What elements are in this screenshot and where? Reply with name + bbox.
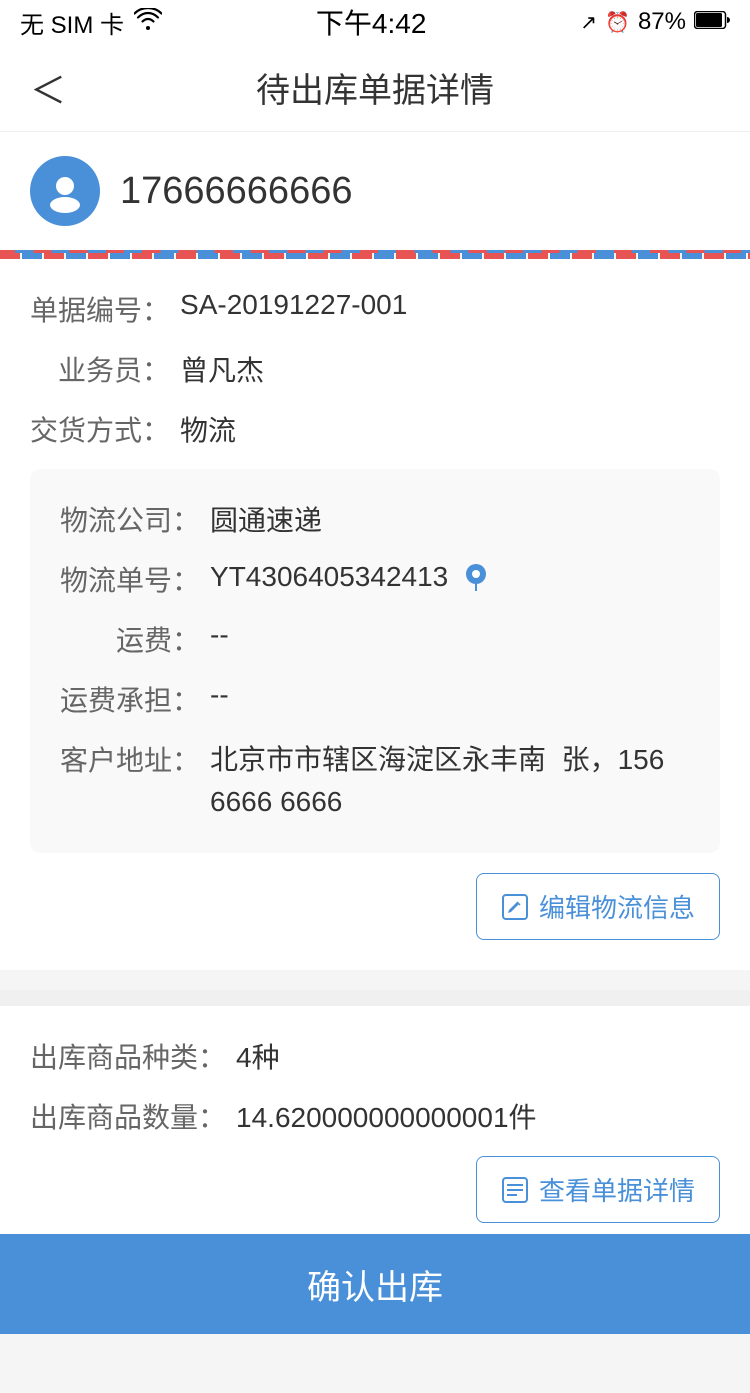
status-left: 无 SIM 卡	[20, 5, 162, 40]
view-detail-label: 查看单据详情	[539, 1171, 695, 1208]
status-bar: 无 SIM 卡 下午4:42 ↗ ⏰ 87%	[0, 0, 750, 44]
freight-bearer-value: --	[210, 679, 690, 711]
sim-text: 无 SIM 卡	[20, 5, 124, 40]
user-avatar	[30, 156, 100, 226]
logistics-company-row: 物流公司： 圆通速递	[60, 499, 690, 539]
outbound-types-row: 出库商品种类： 4种	[30, 1036, 720, 1076]
page-title: 待出库单据详情	[256, 63, 494, 112]
address-row: 客户地址： 北京市市辖区海淀区永丰南 张，156 6666 6666	[60, 739, 690, 823]
logistics-tracking-value: YT4306405342413	[210, 559, 690, 595]
logistics-company-value: 圆通速递	[210, 499, 690, 539]
freight-label: 运费：	[60, 619, 200, 659]
document-icon	[501, 1176, 529, 1204]
confirm-bar[interactable]: 确认出库	[0, 1234, 750, 1334]
location-status-icon: ↗	[580, 10, 597, 35]
edit-icon	[501, 893, 529, 921]
freight-bearer-row: 运费承担： --	[60, 679, 690, 719]
battery-icon	[694, 8, 730, 36]
view-detail-container: 查看单据详情	[30, 1156, 720, 1223]
doc-no-row: 单据编号： SA-20191227-001	[30, 289, 720, 329]
delivery-value: 物流	[180, 409, 720, 449]
basic-info-section: 单据编号： SA-20191227-001 业务员： 曾凡杰 交货方式： 物流 …	[0, 259, 750, 970]
view-detail-button[interactable]: 查看单据详情	[476, 1156, 720, 1223]
user-phone: 17666666666	[120, 170, 352, 213]
edit-logistics-label: 编辑物流信息	[539, 888, 695, 925]
edit-logistics-container: 编辑物流信息	[30, 873, 720, 940]
freight-value: --	[210, 619, 690, 651]
logistics-tracking-row: 物流单号： YT4306405342413	[60, 559, 690, 599]
logistics-card: 物流公司： 圆通速递 物流单号： YT4306405342413 运费： -- …	[30, 469, 720, 853]
tracking-location-icon	[458, 559, 494, 595]
wifi-icon	[134, 8, 162, 37]
logistics-company-label: 物流公司：	[60, 499, 200, 539]
salesperson-label: 业务员：	[30, 349, 170, 389]
status-right: ↗ ⏰ 87%	[580, 8, 730, 36]
salesperson-value: 曾凡杰	[180, 349, 720, 389]
salesperson-row: 业务员： 曾凡杰	[30, 349, 720, 389]
address-value: 北京市市辖区海淀区永丰南 张，156 6666 6666	[210, 739, 690, 823]
doc-no-value: SA-20191227-001	[180, 289, 720, 321]
battery-text: 87%	[638, 8, 686, 36]
delivery-label: 交货方式：	[30, 409, 170, 449]
delivery-row: 交货方式： 物流	[30, 409, 720, 449]
status-time: 下午4:42	[316, 2, 427, 42]
logistics-tracking-label: 物流单号：	[60, 559, 200, 599]
back-button[interactable]: ＜	[30, 62, 66, 114]
edit-logistics-button[interactable]: 编辑物流信息	[476, 873, 720, 940]
freight-row: 运费： --	[60, 619, 690, 659]
address-label: 客户地址：	[60, 739, 200, 779]
outbound-types-label: 出库商品种类：	[30, 1036, 226, 1076]
confirm-button-label: 确认出库	[307, 1260, 443, 1309]
section-divider	[0, 990, 750, 1006]
outbound-section: 出库商品种类： 4种 出库商品数量： 14.620000000000001件 查…	[0, 1006, 750, 1253]
outbound-quantity-row: 出库商品数量： 14.620000000000001件	[30, 1096, 720, 1136]
outbound-quantity-label: 出库商品数量：	[30, 1096, 226, 1136]
nav-bar: ＜ 待出库单据详情	[0, 44, 750, 132]
doc-no-label: 单据编号：	[30, 289, 170, 329]
alarm-icon: ⏰	[605, 10, 630, 35]
outbound-types-value: 4种	[236, 1036, 720, 1076]
freight-bearer-label: 运费承担：	[60, 679, 200, 719]
outbound-quantity-value: 14.620000000000001件	[236, 1096, 720, 1136]
user-header: 17666666666	[0, 132, 750, 253]
